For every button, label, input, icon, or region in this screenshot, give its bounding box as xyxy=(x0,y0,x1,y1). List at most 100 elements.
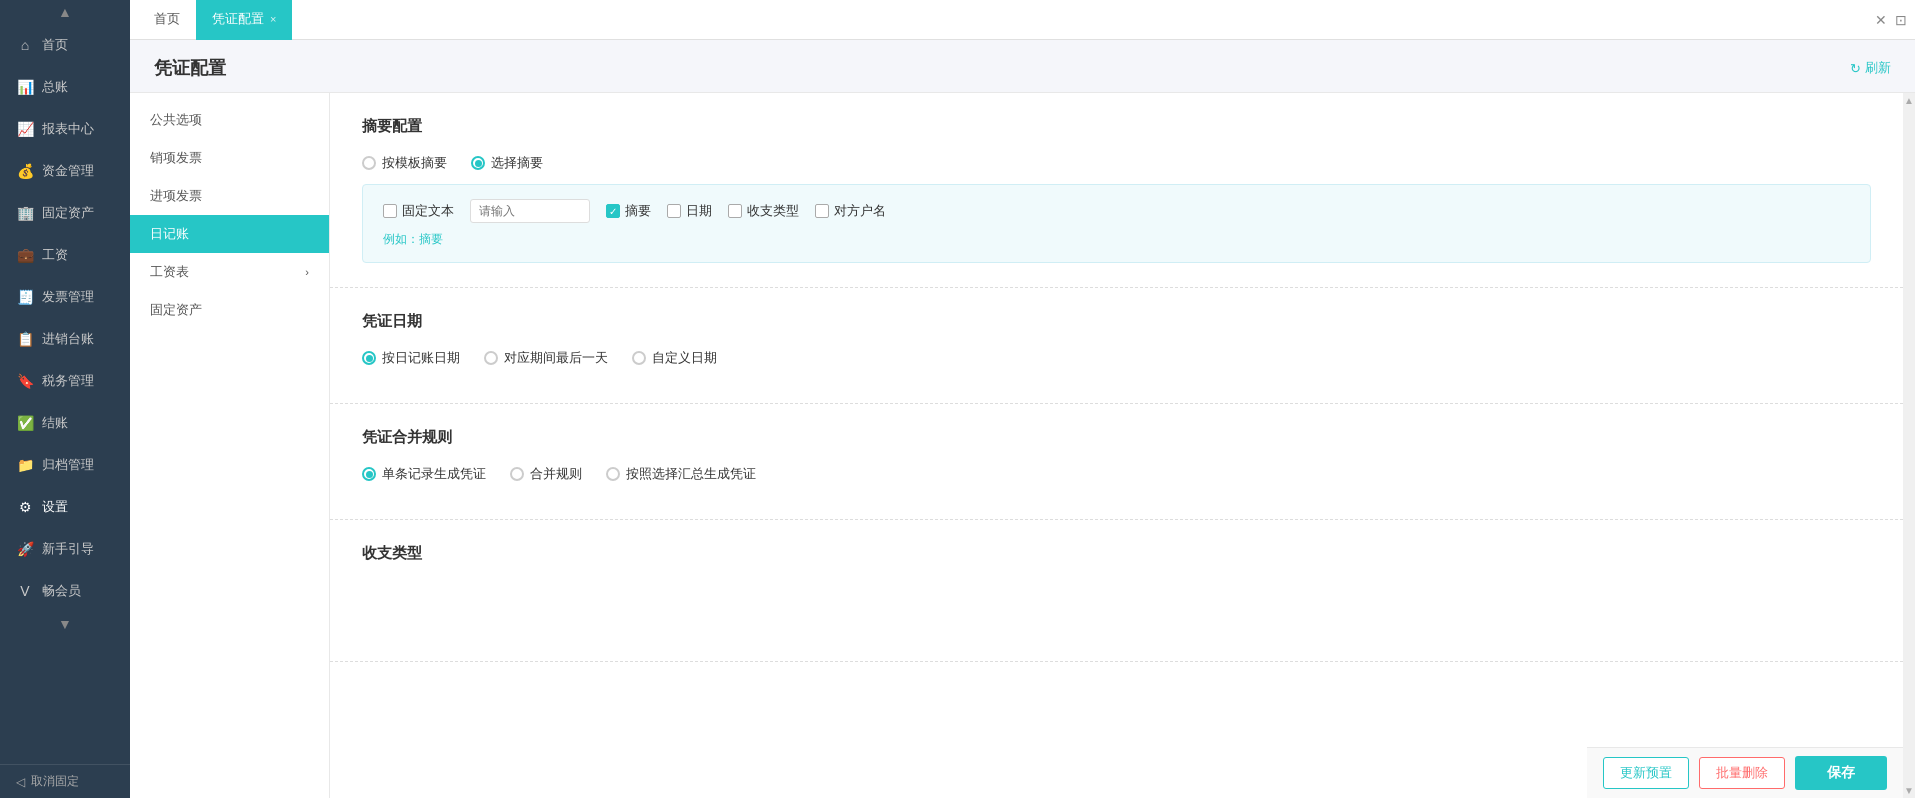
home-icon: ⌂ xyxy=(16,37,34,53)
checkbox-box-summary: ✓ xyxy=(606,204,620,218)
payroll-icon: 💼 xyxy=(16,247,34,263)
summary-config-title: 摘要配置 xyxy=(362,117,1871,136)
window-close-icon[interactable]: ✕ xyxy=(1875,12,1887,28)
voucher-date-section: 凭证日期 按日记账日期 对应期间最后一天 自定义日期 xyxy=(330,288,1903,404)
radio-template-summary[interactable]: 按模板摘要 xyxy=(362,154,447,172)
sidebar-item-settings[interactable]: ⚙设置 xyxy=(0,486,130,528)
sidebar-scroll-up[interactable]: ▲ xyxy=(0,0,130,24)
income-expense-section: 收支类型 xyxy=(330,520,1903,662)
content-area: 公共选项销项发票进项发票日记账工资表›固定资产 摘要配置 按模板摘要 选择摘要 xyxy=(130,93,1915,798)
save-button[interactable]: 保存 xyxy=(1795,756,1887,790)
checkbox-fixed-text[interactable]: 固定文本 xyxy=(383,202,454,220)
member-icon: V xyxy=(16,583,34,599)
left-nav-item-diary[interactable]: 日记账 xyxy=(130,215,329,253)
tax-icon: 🔖 xyxy=(16,373,34,389)
batch-delete-button[interactable]: 批量删除 xyxy=(1699,757,1785,789)
sidebar-item-invoice[interactable]: 🧾发票管理 xyxy=(0,276,130,318)
fixed-text-input[interactable] xyxy=(470,199,590,223)
sidebar-item-report[interactable]: 📈报表中心 xyxy=(0,108,130,150)
scrollbar[interactable]: ▲ ▼ xyxy=(1903,93,1915,798)
tab-home[interactable]: 首页 xyxy=(138,0,196,40)
bottom-bar: 更新预置 批量删除 保存 xyxy=(1587,747,1903,798)
right-content: 摘要配置 按模板摘要 选择摘要 固定文本 xyxy=(330,93,1903,798)
refresh-icon: ↻ xyxy=(1850,61,1861,76)
sidebar-item-member[interactable]: V畅会员 xyxy=(0,570,130,612)
checkbox-counterpart[interactable]: 对方户名 xyxy=(815,202,886,220)
sidebar-unpin[interactable]: ◁ 取消固定 xyxy=(0,764,130,798)
pin-icon: ◁ xyxy=(16,775,25,789)
report-icon: 📈 xyxy=(16,121,34,137)
summary-checkbox-row: 固定文本 ✓ 摘要 日期 收支类型 xyxy=(383,199,1850,223)
radio-circle-last-day xyxy=(484,351,498,365)
checkbox-date[interactable]: 日期 xyxy=(667,202,712,220)
merge-rules-radio-group: 单条记录生成凭证 合并规则 按照选择汇总生成凭证 xyxy=(362,465,1871,483)
left-nav-item-salary_table[interactable]: 工资表› xyxy=(130,253,329,291)
settings-icon: ⚙ xyxy=(16,499,34,515)
radio-circle-diary-date xyxy=(362,351,376,365)
funds-icon: 💰 xyxy=(16,163,34,179)
sidebar-item-archive[interactable]: 📁归档管理 xyxy=(0,444,130,486)
voucher-date-title: 凭证日期 xyxy=(362,312,1871,331)
voucher-date-radio-group: 按日记账日期 对应期间最后一天 自定义日期 xyxy=(362,349,1871,367)
radio-last-day[interactable]: 对应期间最后一天 xyxy=(484,349,608,367)
assets-icon: 🏢 xyxy=(16,205,34,221)
sidebar-item-ledger[interactable]: 📊总账 xyxy=(0,66,130,108)
sidebar-item-assets[interactable]: 🏢固定资产 xyxy=(0,192,130,234)
merge-rules-section: 凭证合并规则 单条记录生成凭证 合并规则 按照选择汇总生成凭证 xyxy=(330,404,1903,520)
sidebar-item-payroll[interactable]: 💼工资 xyxy=(0,234,130,276)
refresh-button[interactable]: ↻ 刷新 xyxy=(1850,59,1891,77)
radio-single-record[interactable]: 单条记录生成凭证 xyxy=(362,465,486,483)
left-nav-item-public[interactable]: 公共选项 xyxy=(130,101,329,139)
left-nav: 公共选项销项发票进项发票日记账工资表›固定资产 xyxy=(130,93,330,798)
sidebar-item-tax[interactable]: 🔖税务管理 xyxy=(0,360,130,402)
main-area: 首页 凭证配置 × ✕ ⊡ 凭证配置 ↻ 刷新 公共选项销项发票进项发票日记账工… xyxy=(130,0,1915,798)
summary-checkbox-area: 固定文本 ✓ 摘要 日期 收支类型 xyxy=(362,184,1871,263)
update-preset-button[interactable]: 更新预置 xyxy=(1603,757,1689,789)
tab-close-icon[interactable]: × xyxy=(270,13,276,25)
sidebar: ▲ ⌂首页📊总账📈报表中心💰资金管理🏢固定资产💼工资🧾发票管理📋进销台账🔖税务管… xyxy=(0,0,130,798)
tab-bar: 首页 凭证配置 × ✕ ⊡ xyxy=(130,0,1915,40)
merge-rules-title: 凭证合并规则 xyxy=(362,428,1871,447)
radio-circle-single xyxy=(362,467,376,481)
sales-icon: 📋 xyxy=(16,331,34,347)
tab-bar-right: ✕ ⊡ xyxy=(1875,12,1907,28)
checkbox-summary[interactable]: ✓ 摘要 xyxy=(606,202,651,220)
summary-radio-group: 按模板摘要 选择摘要 xyxy=(362,154,1871,172)
left-nav-item-sales_invoice[interactable]: 销项发票 xyxy=(130,139,329,177)
guide-icon: 🚀 xyxy=(16,541,34,557)
checkbox-box-income-type xyxy=(728,204,742,218)
sidebar-item-guide[interactable]: 🚀新手引导 xyxy=(0,528,130,570)
checkbox-income-type[interactable]: 收支类型 xyxy=(728,202,799,220)
sidebar-item-home[interactable]: ⌂首页 xyxy=(0,24,130,66)
example-text: 例如：摘要 xyxy=(383,231,1850,248)
ledger-icon: 📊 xyxy=(16,79,34,95)
checkbox-box-counterpart xyxy=(815,204,829,218)
radio-circle-merge xyxy=(510,467,524,481)
summary-config-section: 摘要配置 按模板摘要 选择摘要 固定文本 xyxy=(330,93,1903,288)
window-resize-icon[interactable]: ⊡ xyxy=(1895,12,1907,28)
radio-merge-rule[interactable]: 合并规则 xyxy=(510,465,582,483)
radio-circle-template xyxy=(362,156,376,170)
radio-summary-gen[interactable]: 按照选择汇总生成凭证 xyxy=(606,465,756,483)
income-expense-title: 收支类型 xyxy=(362,544,1871,563)
checkbox-box-date xyxy=(667,204,681,218)
radio-circle-select xyxy=(471,156,485,170)
radio-circle-summary-gen xyxy=(606,467,620,481)
page-header: 凭证配置 ↻ 刷新 xyxy=(130,40,1915,93)
left-nav-item-fixed_assets[interactable]: 固定资产 xyxy=(130,291,329,329)
radio-diary-date[interactable]: 按日记账日期 xyxy=(362,349,460,367)
sidebar-item-funds[interactable]: 💰资金管理 xyxy=(0,150,130,192)
radio-custom-date[interactable]: 自定义日期 xyxy=(632,349,717,367)
sidebar-scroll-down[interactable]: ▼ xyxy=(0,612,130,636)
checkbox-box-fixed-text xyxy=(383,204,397,218)
radio-circle-custom-date xyxy=(632,351,646,365)
sidebar-item-settlement[interactable]: ✅结账 xyxy=(0,402,130,444)
settlement-icon: ✅ xyxy=(16,415,34,431)
archive-icon: 📁 xyxy=(16,457,34,473)
left-nav-item-purchase_invoice[interactable]: 进项发票 xyxy=(130,177,329,215)
radio-select-summary[interactable]: 选择摘要 xyxy=(471,154,543,172)
tab-voucher-config[interactable]: 凭证配置 × xyxy=(196,0,292,40)
invoice-icon: 🧾 xyxy=(16,289,34,305)
page-title: 凭证配置 xyxy=(154,56,226,80)
sidebar-item-sales[interactable]: 📋进销台账 xyxy=(0,318,130,360)
